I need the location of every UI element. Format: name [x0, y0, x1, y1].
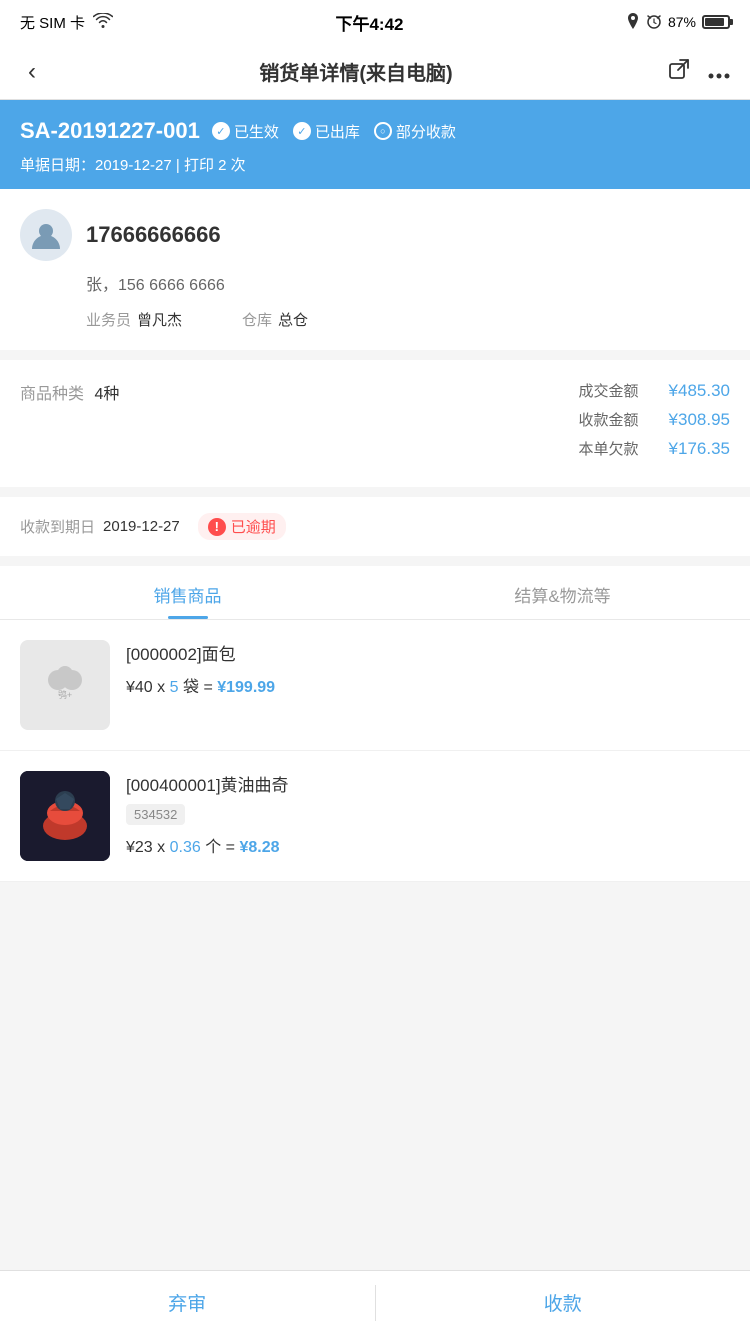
check-icon-2: ✓ — [293, 122, 311, 140]
product-types-label: 商品种类 — [20, 386, 84, 403]
overdue-badge: ! 已逾期 — [198, 513, 286, 540]
nav-title: 销货单详情(来自电脑) — [44, 57, 668, 86]
overdue-icon: ! — [208, 518, 226, 536]
received-label: 收款金额 — [579, 409, 639, 430]
order-header: SA-20191227-001 ✓ 已生效 ✓ 已出库 ○ 部分收款 单据日期：… — [0, 100, 750, 189]
due-section: 收款到期日 2019-12-27 ! 已逾期 — [0, 497, 750, 556]
customer-name: 17666666666 — [86, 222, 221, 248]
product-thumb-cookie — [20, 771, 110, 861]
deal-amount-label: 成交金额 — [579, 380, 639, 401]
salesperson-label: 业务员 — [86, 309, 131, 330]
battery-percent: 87% — [668, 14, 696, 30]
summary-section: 商品种类 4种 成交金额 ¥485.30 收款金额 ¥308.95 本单欠款 ¥… — [0, 360, 750, 487]
wifi-icon — [93, 13, 113, 32]
status-bar: 无 SIM 卡 下午4:42 87% — [0, 0, 750, 44]
warehouse-info: 仓库 总仓 — [242, 309, 308, 330]
status-time: 下午4:42 — [335, 10, 403, 35]
product-qty-cookie: 0.36 — [170, 839, 201, 856]
check-icon-1: ✓ — [212, 122, 230, 140]
summary-right: 成交金额 ¥485.30 收款金额 ¥308.95 本单欠款 ¥176.35 — [579, 380, 730, 467]
product-item-bread: 鸮+ [0000002]面包 ¥40 x 5 袋 = ¥199.99 — [0, 620, 750, 751]
status-badges: ✓ 已生效 ✓ 已出库 ○ 部分收款 — [212, 121, 456, 142]
due-date: 2019-12-27 — [103, 518, 180, 535]
product-info-bread: [0000002]面包 ¥40 x 5 袋 = ¥199.99 — [126, 640, 730, 697]
deal-amount-row: 成交金额 ¥485.30 — [579, 380, 730, 401]
product-total-bread: ¥199.99 — [217, 679, 275, 696]
product-thumb-bread: 鸮+ — [20, 640, 110, 730]
product-qty-bread: 5 — [170, 679, 179, 696]
product-thumb-placeholder-1: 鸮+ — [20, 640, 110, 730]
overdue-text: 已逾期 — [231, 516, 276, 537]
summary-left: 商品种类 4种 — [20, 380, 119, 404]
product-types-count: 4种 — [94, 386, 119, 403]
share-icon[interactable] — [668, 58, 690, 86]
svg-text:鸮+: 鸮+ — [58, 689, 72, 700]
warehouse-value: 总仓 — [278, 309, 308, 330]
badge-effective: ✓ 已生效 — [212, 121, 279, 142]
alarm-icon — [646, 13, 662, 32]
product-price-bread: ¥40 x 5 袋 = ¥199.99 — [126, 673, 730, 697]
badge-partial-payment: ○ 部分收款 — [374, 121, 456, 142]
owed-value: ¥176.35 — [669, 439, 730, 459]
tab-products[interactable]: 销售商品 — [0, 566, 375, 619]
reject-button[interactable]: 弃审 — [0, 1271, 375, 1334]
battery-icon — [702, 15, 730, 29]
due-label: 收款到期日 — [20, 516, 95, 537]
back-button[interactable]: ‹ — [20, 50, 44, 94]
salesperson-value: 曾凡杰 — [137, 309, 182, 330]
products-section: 鸮+ [0000002]面包 ¥40 x 5 袋 = ¥199.99 — [0, 620, 750, 882]
bottom-bar: 弃审 收款 — [0, 1270, 750, 1334]
tabs-container: 销售商品 结算&物流等 — [0, 566, 750, 620]
avatar — [20, 209, 72, 261]
status-right: 87% — [626, 13, 730, 32]
product-item-cookie: [000400001]黄油曲奇 534532 ¥23 x 0.36 个 = ¥8… — [0, 751, 750, 882]
product-name-bread: [0000002]面包 — [126, 640, 730, 665]
owed-label: 本单欠款 — [579, 438, 639, 459]
received-value: ¥308.95 — [669, 410, 730, 430]
location-icon — [626, 13, 640, 32]
owed-amount-row: 本单欠款 ¥176.35 — [579, 438, 730, 459]
received-amount-row: 收款金额 ¥308.95 — [579, 409, 730, 430]
carrier-text: 无 SIM 卡 — [20, 12, 85, 33]
customer-top: 17666666666 — [20, 209, 730, 261]
customer-meta: 业务员 曾凡杰 仓库 总仓 — [20, 309, 730, 330]
order-id: SA-20191227-001 — [20, 118, 200, 144]
warehouse-label: 仓库 — [242, 309, 272, 330]
customer-info: 张，156 6666 6666 — [20, 271, 730, 295]
product-tag-cookie: 534532 — [126, 804, 185, 825]
order-date-line: 单据日期：2019-12-27 | 打印 2 次 — [20, 154, 730, 175]
product-total-cookie: ¥8.28 — [239, 839, 279, 856]
nav-bar: ‹ 销货单详情(来自电脑) — [0, 44, 750, 100]
customer-section: 17666666666 张，156 6666 6666 业务员 曾凡杰 仓库 总… — [0, 189, 750, 350]
product-price-cookie: ¥23 x 0.36 个 = ¥8.28 — [126, 833, 730, 857]
salesperson-info: 业务员 曾凡杰 — [86, 309, 182, 330]
product-name-cookie: [000400001]黄油曲奇 — [126, 771, 730, 796]
nav-actions — [668, 58, 730, 86]
product-info-cookie: [000400001]黄油曲奇 534532 ¥23 x 0.36 个 = ¥8… — [126, 771, 730, 857]
badge-shipped: ✓ 已出库 — [293, 121, 360, 142]
deal-amount-value: ¥485.30 — [669, 381, 730, 401]
collect-button[interactable]: 收款 — [376, 1271, 750, 1334]
more-icon[interactable] — [708, 59, 730, 85]
product-types-row: 商品种类 4种 — [20, 380, 119, 404]
clock-icon: ○ — [374, 122, 392, 140]
tab-settlement[interactable]: 结算&物流等 — [375, 566, 750, 619]
status-left: 无 SIM 卡 — [20, 12, 113, 33]
